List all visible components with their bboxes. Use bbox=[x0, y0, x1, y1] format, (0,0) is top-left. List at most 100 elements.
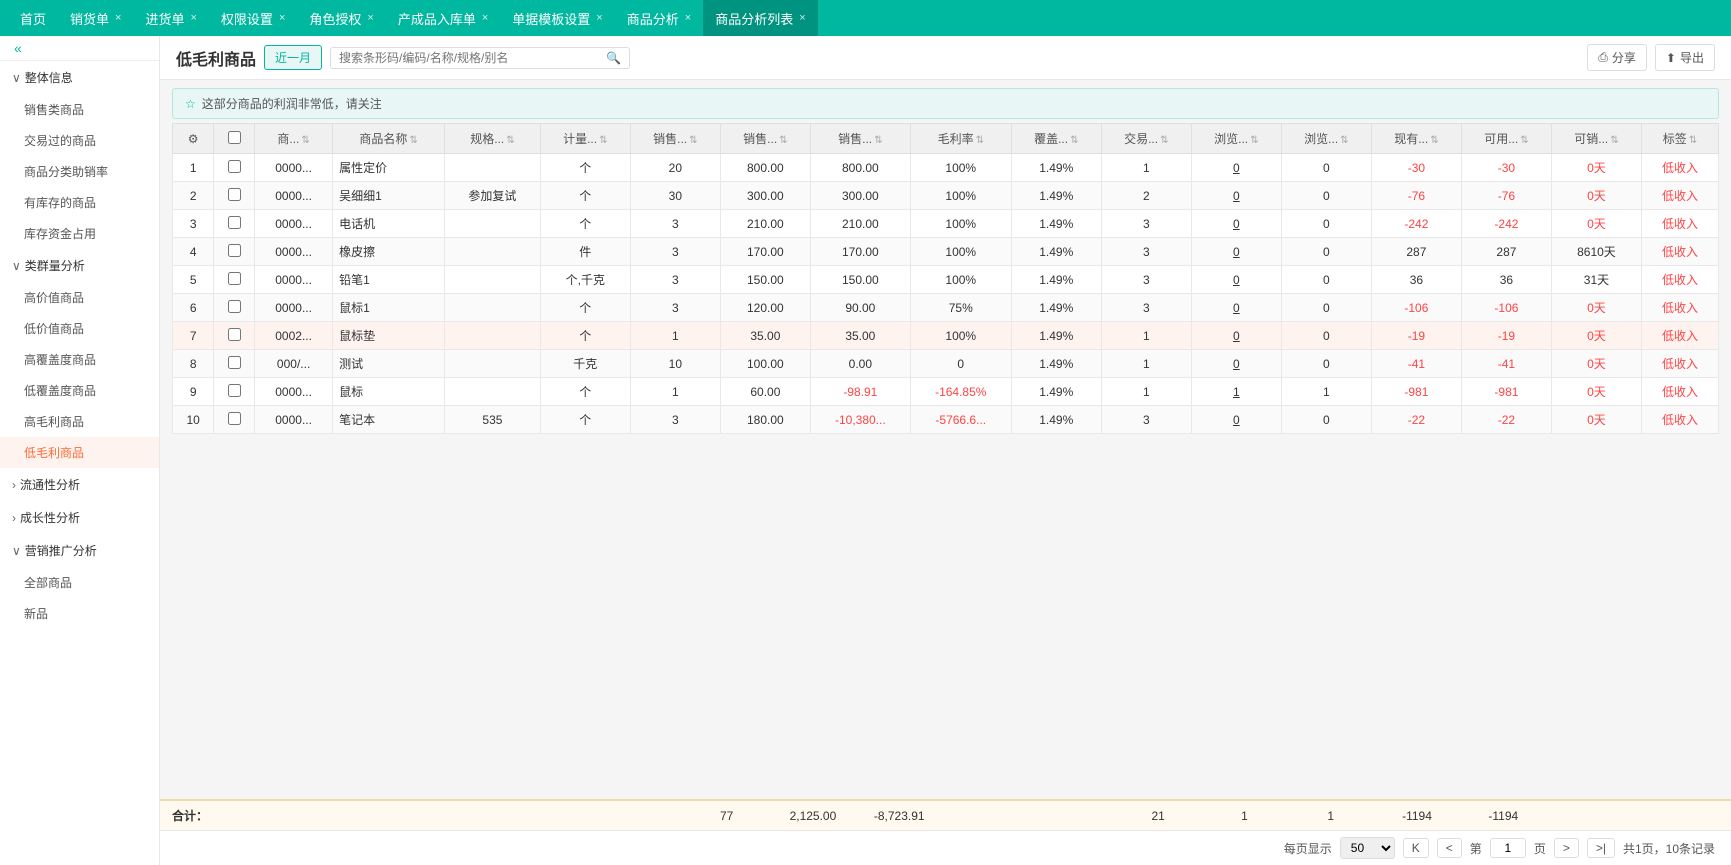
cell-browse1[interactable]: 0 bbox=[1191, 266, 1281, 294]
sidebar-item-category-rate[interactable]: 商品分类助销率 bbox=[0, 156, 159, 187]
th-spec[interactable]: 规格...⇅ bbox=[445, 124, 541, 154]
nav-template-settings[interactable]: 单据模板设置 × bbox=[500, 0, 614, 36]
th-browse1[interactable]: 浏览...⇅ bbox=[1191, 124, 1281, 154]
cell-checkbox[interactable] bbox=[214, 238, 255, 266]
th-sale-price[interactable]: 销售...⇅ bbox=[720, 124, 810, 154]
th-current-stock[interactable]: 现有...⇅ bbox=[1371, 124, 1461, 154]
nav-product-analysis[interactable]: 商品分析 × bbox=[615, 0, 703, 36]
cell-browse1[interactable]: 0 bbox=[1191, 154, 1281, 182]
th-available[interactable]: 可用...⇅ bbox=[1461, 124, 1551, 154]
th-browse2[interactable]: 浏览...⇅ bbox=[1281, 124, 1371, 154]
sidebar-item-sales-products[interactable]: 销售类商品 bbox=[0, 94, 159, 125]
cell-checkbox[interactable] bbox=[214, 322, 255, 350]
sidebar-item-stocked-products[interactable]: 有库存的商品 bbox=[0, 187, 159, 218]
sidebar: « ∨ 整体信息 销售类商品 交易过的商品 商品分类助销率 有库存的商品 库存资… bbox=[0, 36, 160, 865]
search-icon[interactable]: 🔍 bbox=[606, 51, 621, 65]
th-unit[interactable]: 计量...⇅ bbox=[540, 124, 630, 154]
close-icon[interactable]: × bbox=[596, 12, 602, 24]
cell-name[interactable]: 笔记本 bbox=[333, 406, 445, 434]
cell-checkbox[interactable] bbox=[214, 266, 255, 294]
cell-name[interactable]: 橡皮擦 bbox=[333, 238, 445, 266]
th-settings[interactable]: ⚙ bbox=[173, 124, 214, 154]
sidebar-item-new-products[interactable]: 新品 bbox=[0, 598, 159, 629]
close-icon[interactable]: × bbox=[799, 12, 805, 24]
nav-permission[interactable]: 权限设置 × bbox=[209, 0, 297, 36]
sidebar-item-all-products[interactable]: 全部商品 bbox=[0, 567, 159, 598]
sidebar-item-high-coverage[interactable]: 高覆盖度商品 bbox=[0, 344, 159, 375]
cell-checkbox[interactable] bbox=[214, 210, 255, 238]
th-sale-qty[interactable]: 销售...⇅ bbox=[630, 124, 720, 154]
th-saleable[interactable]: 可销...⇅ bbox=[1551, 124, 1641, 154]
cell-checkbox[interactable] bbox=[214, 378, 255, 406]
sidebar-item-capital-occupation[interactable]: 库存资金占用 bbox=[0, 218, 159, 249]
cell-name[interactable]: 鼠标1 bbox=[333, 294, 445, 322]
cell-name[interactable]: 电话机 bbox=[333, 210, 445, 238]
first-page-button[interactable]: K bbox=[1403, 838, 1429, 858]
close-icon[interactable]: × bbox=[115, 12, 121, 24]
close-icon[interactable]: × bbox=[685, 12, 691, 24]
th-code[interactable]: 商...⇅ bbox=[255, 124, 333, 154]
th-sale-profit[interactable]: 销售...⇅ bbox=[810, 124, 910, 154]
sidebar-section-circulation[interactable]: › 流通性分析 bbox=[0, 468, 159, 501]
prev-page-button[interactable]: < bbox=[1437, 838, 1462, 858]
close-icon[interactable]: × bbox=[367, 12, 373, 24]
sidebar-item-low-value[interactable]: 低价值商品 bbox=[0, 313, 159, 344]
cell-browse1[interactable]: 0 bbox=[1191, 294, 1281, 322]
close-icon[interactable]: × bbox=[190, 12, 196, 24]
last-page-button[interactable]: >| bbox=[1587, 838, 1615, 858]
cell-checkbox[interactable] bbox=[214, 154, 255, 182]
sidebar-section-overall[interactable]: ∨ 整体信息 bbox=[0, 61, 159, 94]
export-button[interactable]: ⬆ 导出 bbox=[1655, 44, 1715, 71]
cell-name[interactable]: 铅笔1 bbox=[333, 266, 445, 294]
footer-sale-price: 2,125.00 bbox=[770, 809, 856, 823]
share-button[interactable]: ⎙ 分享 bbox=[1587, 44, 1647, 71]
select-all-checkbox[interactable] bbox=[228, 131, 241, 144]
nav-product-analysis-list[interactable]: 商品分析列表 × bbox=[703, 0, 817, 36]
cell-gross-margin: -5766.6... bbox=[910, 406, 1011, 434]
sidebar-section-growth[interactable]: › 成长性分析 bbox=[0, 501, 159, 534]
cell-checkbox[interactable] bbox=[214, 182, 255, 210]
cell-browse1[interactable]: 0 bbox=[1191, 210, 1281, 238]
th-tag[interactable]: 标签⇅ bbox=[1641, 124, 1718, 154]
close-icon[interactable]: × bbox=[482, 12, 488, 24]
nav-home[interactable]: 首页 bbox=[8, 0, 58, 36]
nav-role-auth[interactable]: 角色授权 × bbox=[297, 0, 385, 36]
cell-browse1[interactable]: 0 bbox=[1191, 350, 1281, 378]
th-coverage[interactable]: 覆盖...⇅ bbox=[1011, 124, 1101, 154]
sidebar-collapse-button[interactable]: « bbox=[8, 40, 28, 56]
sidebar-item-low-margin[interactable]: 低毛利商品 bbox=[0, 437, 159, 468]
cell-name[interactable]: 鼠标 bbox=[333, 378, 445, 406]
cell-name[interactable]: 测试 bbox=[333, 350, 445, 378]
cell-checkbox[interactable] bbox=[214, 406, 255, 434]
sidebar-section-cluster[interactable]: ∨ 类群量分析 bbox=[0, 249, 159, 282]
cell-browse1[interactable]: 0 bbox=[1191, 322, 1281, 350]
th-name[interactable]: 商品名称⇅ bbox=[333, 124, 445, 154]
search-input[interactable] bbox=[339, 51, 602, 65]
th-checkbox[interactable] bbox=[214, 124, 255, 154]
th-gross-margin[interactable]: 毛利率⇅ bbox=[910, 124, 1011, 154]
cell-checkbox[interactable] bbox=[214, 294, 255, 322]
sidebar-item-high-margin[interactable]: 高毛利商品 bbox=[0, 406, 159, 437]
cell-name[interactable]: 属性定价 bbox=[333, 154, 445, 182]
sidebar-section-marketing[interactable]: ∨ 营销推广分析 bbox=[0, 534, 159, 567]
sidebar-item-high-value[interactable]: 高价值商品 bbox=[0, 282, 159, 313]
close-icon[interactable]: × bbox=[279, 12, 285, 24]
date-filter-button[interactable]: 近一月 bbox=[264, 45, 322, 70]
cell-browse1[interactable]: 1 bbox=[1191, 378, 1281, 406]
cell-browse1[interactable]: 0 bbox=[1191, 406, 1281, 434]
page-number-input[interactable] bbox=[1490, 838, 1526, 858]
nav-finished-goods[interactable]: 产成品入库单 × bbox=[386, 0, 500, 36]
cell-browse1[interactable]: 0 bbox=[1191, 182, 1281, 210]
cell-checkbox[interactable] bbox=[214, 350, 255, 378]
cell-current-stock: -242 bbox=[1371, 210, 1461, 238]
cell-name[interactable]: 鼠标垫 bbox=[333, 322, 445, 350]
page-size-select[interactable]: 50 20 100 bbox=[1340, 837, 1395, 859]
cell-browse1[interactable]: 0 bbox=[1191, 238, 1281, 266]
nav-purchase-order[interactable]: 进货单 × bbox=[133, 0, 208, 36]
next-page-button[interactable]: > bbox=[1554, 838, 1579, 858]
nav-sales-order[interactable]: 销货单 × bbox=[58, 0, 133, 36]
cell-name[interactable]: 吴细细1 bbox=[333, 182, 445, 210]
sidebar-item-low-coverage[interactable]: 低覆盖度商品 bbox=[0, 375, 159, 406]
sidebar-item-traded-products[interactable]: 交易过的商品 bbox=[0, 125, 159, 156]
th-transaction[interactable]: 交易...⇅ bbox=[1101, 124, 1191, 154]
